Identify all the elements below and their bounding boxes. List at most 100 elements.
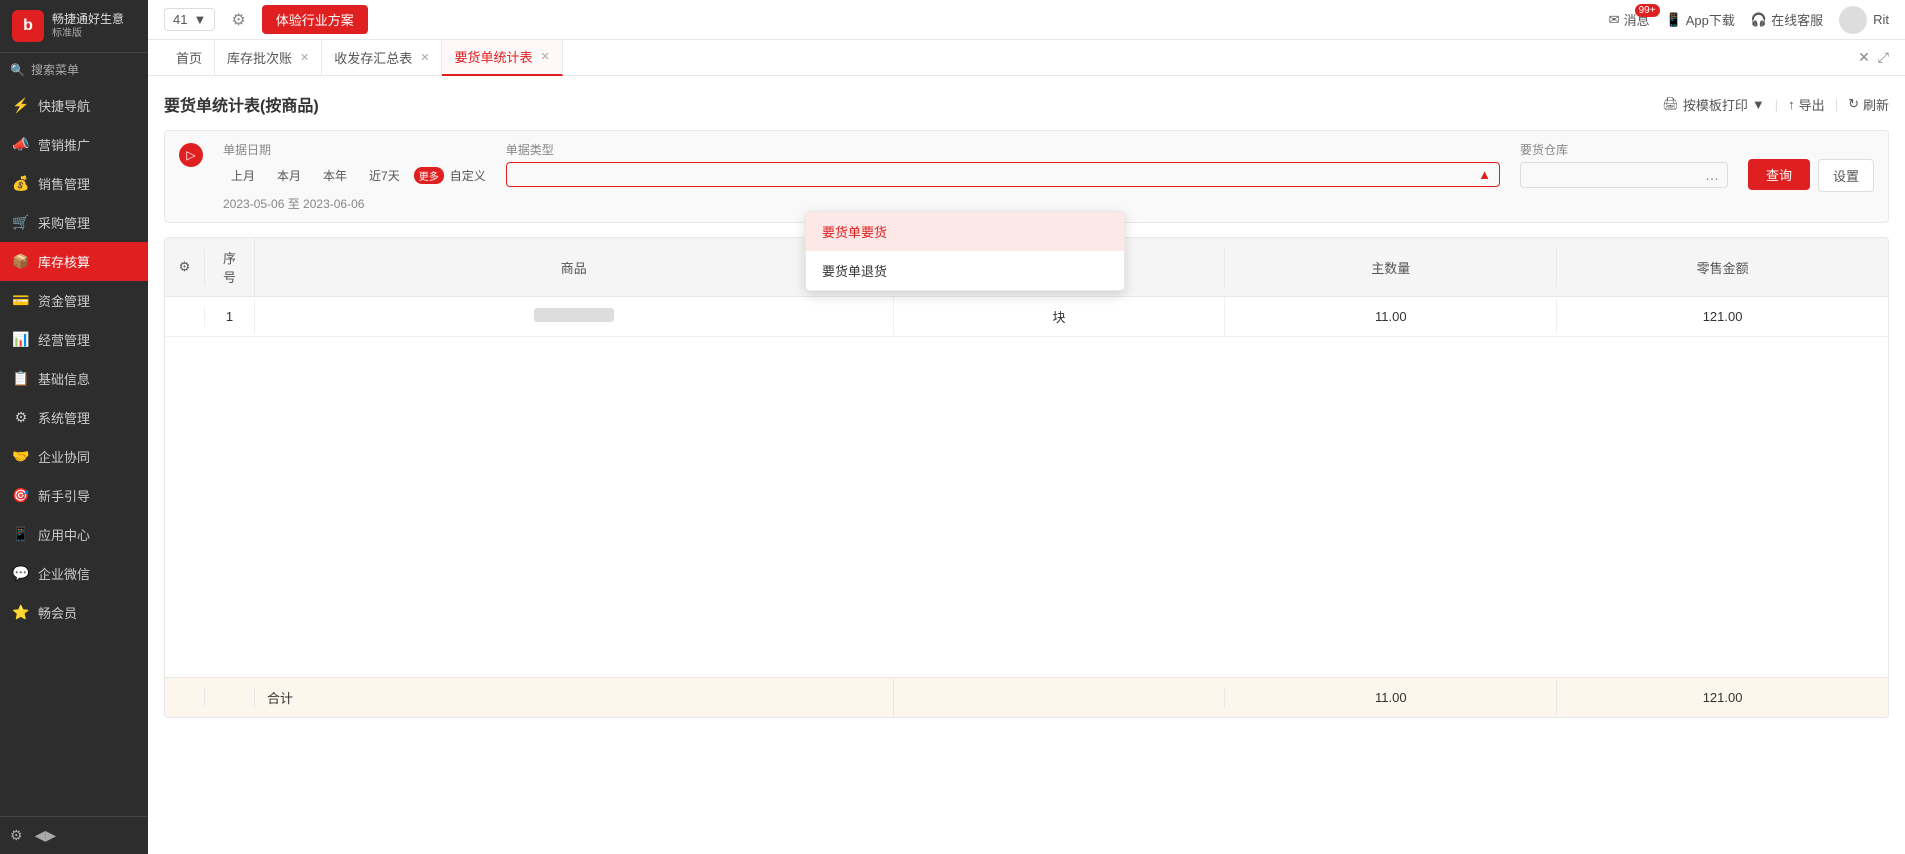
store-dropdown-icon: ▼ (193, 12, 206, 27)
sidebar-item-marketing[interactable]: 📣 营销推广 (0, 125, 148, 164)
sidebar-item-base-info[interactable]: 📋 基础信息 (0, 359, 148, 398)
refresh-icon: ↻ (1848, 96, 1859, 112)
sidebar-search[interactable]: 🔍 搜索菜单 (0, 53, 148, 86)
content-area: 要货单统计表(按商品) 🖨 按模板打印 ▼ | ↑ 导出 | ↻ (148, 76, 1905, 854)
table-row: 1 块 11.00 121.00 (165, 297, 1888, 337)
date-btn-custom[interactable]: 自定义 (450, 167, 486, 184)
th-settings[interactable]: ⚙ (165, 249, 205, 285)
query-btn[interactable]: 查询 (1748, 159, 1810, 190)
service-label: 在线客服 (1771, 10, 1823, 29)
dropdown-item-order-request[interactable]: 要货单要货 (806, 212, 1124, 251)
sidebar-item-label: 资金管理 (38, 291, 90, 310)
sidebar-item-finance[interactable]: 💳 资金管理 (0, 281, 148, 320)
sidebar-item-purchase[interactable]: 🛒 采购管理 (0, 203, 148, 242)
filter-type-input-wrapper[interactable]: ▲ (506, 162, 1500, 187)
date-btn-this-year[interactable]: 本年 (315, 164, 355, 187)
refresh-btn[interactable]: ↻ 刷新 (1848, 95, 1889, 114)
filter-expand-btn[interactable]: ▷ (179, 143, 203, 167)
user-info[interactable]: Rit (1839, 6, 1889, 34)
filter-warehouse-label: 要货仓库 (1520, 141, 1728, 158)
td-unit: 块 (894, 297, 1226, 336)
tab-inventory-batch[interactable]: 库存批次账 ✕ (215, 40, 322, 76)
top-settings-icon[interactable]: ⚙ (231, 10, 245, 30)
close-tab-order-summary[interactable]: ✕ (541, 50, 550, 63)
sales-icon: 💰 (12, 175, 30, 193)
settings-bottom-icon[interactable]: ⚙ (10, 827, 23, 844)
th-amount: 零售金额 (1557, 248, 1888, 287)
tab-close-all-icon[interactable]: ✕ (1858, 49, 1870, 66)
filter-warehouse-more-icon[interactable]: … (1705, 167, 1719, 183)
sidebar-item-quick-nav[interactable]: ⚡ 快捷导航 (0, 86, 148, 125)
app-icon: 📱 (1666, 12, 1682, 28)
filter-date-row: 上月 本月 本年 近7天 更多 自定义 (223, 164, 486, 187)
app-sub: 标准版 (52, 27, 124, 40)
sidebar-item-label: 营销推广 (38, 135, 90, 154)
sidebar-item-guide[interactable]: 🎯 新手引导 (0, 476, 148, 515)
print-dropdown-icon: ▼ (1752, 97, 1765, 112)
sidebar-item-wechat[interactable]: 💬 企业微信 (0, 554, 148, 593)
message-badge: 99+ (1635, 4, 1660, 17)
tab-bar: 首页 库存批次账 ✕ 收发存汇总表 ✕ 要货单统计表 ✕ ✕ ⤢ (148, 40, 1905, 76)
online-service-btn[interactable]: 🎧 在线客服 (1751, 10, 1823, 29)
page-actions: 🖨 按模板打印 ▼ | ↑ 导出 | ↻ 刷新 (1662, 95, 1889, 114)
sidebar-item-operations[interactable]: 📊 经营管理 (0, 320, 148, 359)
tab-order-summary[interactable]: 要货单统计表 ✕ (442, 40, 562, 76)
filter-warehouse-input[interactable] (1529, 168, 1705, 183)
page-title: 要货单统计表(按商品) (164, 92, 319, 116)
app-download-btn[interactable]: 📱 App下载 (1666, 10, 1735, 29)
date-btn-last-month[interactable]: 上月 (223, 164, 263, 187)
sidebar-item-cooperation[interactable]: 🤝 企业协同 (0, 437, 148, 476)
filter-type-input[interactable] (515, 167, 1478, 182)
filter-type-chevron-up-icon[interactable]: ▲ (1478, 167, 1491, 182)
collapse-sidebar-icon[interactable]: ◀▶ (35, 827, 57, 844)
top-header-right: ✉ 消息 99+ 📱 App下载 🎧 在线客服 Rit (1609, 6, 1889, 34)
date-more-badge[interactable]: 更多 (414, 167, 444, 184)
store-selector[interactable]: 41 ▼ (164, 8, 215, 31)
settings-btn2[interactable]: 设置 (1818, 159, 1874, 192)
filter-type-group: 单据类型 ▲ (506, 141, 1500, 187)
message-icon: ✉ (1609, 12, 1620, 28)
print-btn[interactable]: 🖨 按模板打印 ▼ (1662, 95, 1764, 114)
td-quantity: 11.00 (1225, 299, 1557, 334)
tab-receive-summary-label: 收发存汇总表 (334, 48, 412, 67)
store-number: 41 (173, 12, 187, 27)
close-tab-receive-summary[interactable]: ✕ (420, 51, 429, 64)
print-label: 按模板打印 (1683, 95, 1748, 114)
sidebar-item-system[interactable]: ⚙ 系统管理 (0, 398, 148, 437)
close-tab-inventory-batch[interactable]: ✕ (300, 51, 309, 64)
base-info-icon: 📋 (12, 370, 30, 388)
tab-receive-summary[interactable]: 收发存汇总表 ✕ (322, 40, 442, 76)
export-btn[interactable]: ↑ 导出 (1788, 95, 1825, 114)
guide-icon: 🎯 (12, 487, 30, 505)
inventory-icon: 📦 (12, 253, 30, 271)
sidebar-item-app-center[interactable]: 📱 应用中心 (0, 515, 148, 554)
dropdown-item-order-return[interactable]: 要货单退货 (806, 251, 1124, 290)
sidebar-item-inventory[interactable]: 📦 库存核算 (0, 242, 148, 281)
operations-icon: 📊 (12, 331, 30, 349)
page-container: 要货单统计表(按商品) 🖨 按模板打印 ▼ | ↑ 导出 | ↻ (148, 76, 1905, 854)
sidebar-item-label: 快捷导航 (38, 96, 90, 115)
sidebar-item-label: 企业微信 (38, 564, 90, 583)
sidebar-item-label: 畅会员 (38, 603, 77, 622)
tab-home[interactable]: 首页 (164, 40, 215, 76)
page-header: 要货单统计表(按商品) 🖨 按模板打印 ▼ | ↑ 导出 | ↻ (164, 92, 1889, 116)
message-btn[interactable]: ✉ 消息 99+ (1609, 10, 1650, 29)
app-center-icon: 📱 (12, 526, 30, 544)
sidebar-item-sales[interactable]: 💰 销售管理 (0, 164, 148, 203)
user-label: Rit (1873, 12, 1889, 27)
industry-btn[interactable]: 体验行业方案 (262, 5, 368, 34)
date-btn-7days[interactable]: 近7天 (361, 164, 408, 187)
table-empty-space (165, 337, 1888, 677)
avatar (1839, 6, 1867, 34)
date-btn-this-month[interactable]: 本月 (269, 164, 309, 187)
filter-warehouse-input-wrapper[interactable]: … (1520, 162, 1728, 188)
sidebar-item-label: 销售管理 (38, 174, 90, 193)
top-header-left: 41 ▼ ⚙ 体验行业方案 (164, 5, 368, 34)
sidebar-item-member[interactable]: ⭐ 畅会员 (0, 593, 148, 632)
dropdown-item-order-request-label: 要货单要货 (822, 225, 887, 240)
member-icon: ⭐ (12, 604, 30, 622)
tab-expand-icon[interactable]: ⤢ (1878, 49, 1889, 66)
app-logo-icon: b (12, 10, 44, 42)
app-name: 畅捷通好生意 (52, 12, 124, 28)
purchase-icon: 🛒 (12, 214, 30, 232)
